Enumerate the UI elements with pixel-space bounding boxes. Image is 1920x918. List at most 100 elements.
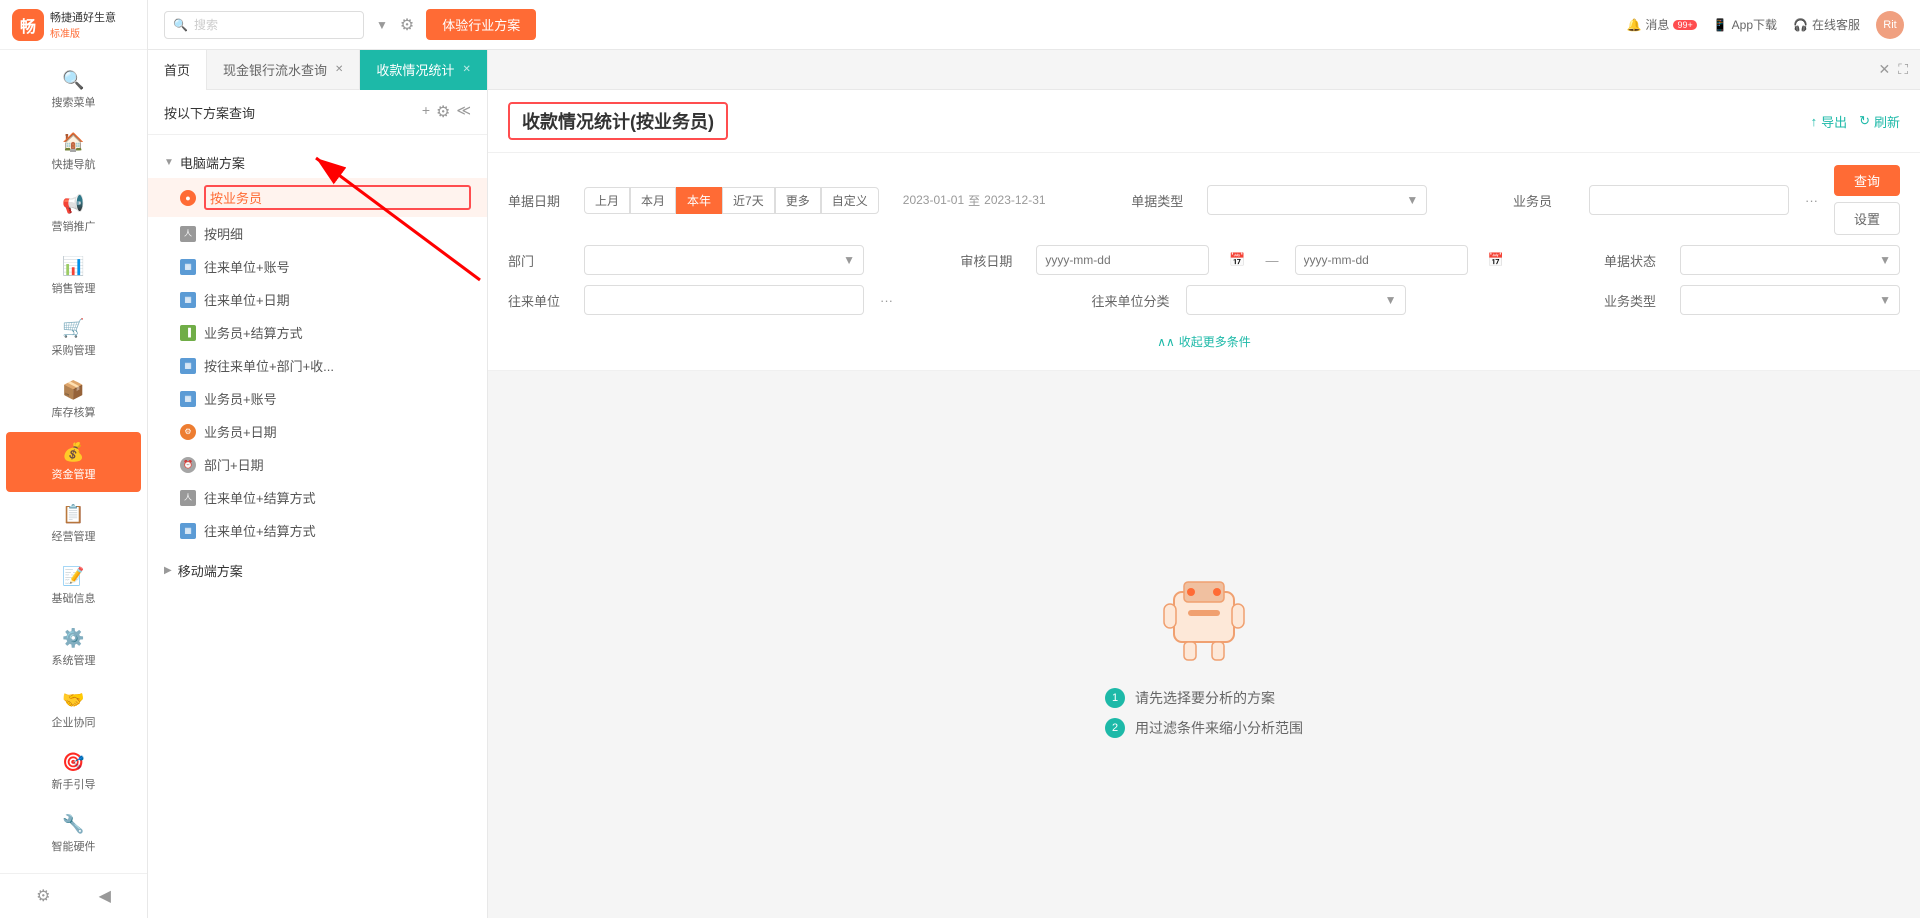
sidebar-collapse-btn[interactable]: ◀ <box>99 886 111 906</box>
scheme-item-salesperson-date[interactable]: ⚙ 业务员+日期 <box>148 415 487 448</box>
scheme-item-by-detail[interactable]: 人 按明细 <box>148 217 487 250</box>
date-start: 2023-01-01 <box>903 193 964 207</box>
sidebar-item-hardware[interactable]: 🔧 智能硬件 <box>6 804 141 864</box>
dept-date-icon: ⏰ <box>180 457 196 473</box>
counterpart-label: 往来单位 <box>508 291 568 310</box>
date-range: 2023-01-01 至 2023-12-31 <box>903 192 1046 209</box>
sidebar-item-system[interactable]: ⚙️ 系统管理 <box>6 618 141 678</box>
counterpart-dept-icon: ▦ <box>180 358 196 374</box>
maximize-window-btn[interactable]: ⛶ <box>1898 61 1908 78</box>
close-window-btn[interactable]: ✕ <box>1878 61 1890 78</box>
user-avatar[interactable]: Rit <box>1876 11 1904 39</box>
scheme-item-counterpart-settlement1[interactable]: 人 往来单位+结算方式 <box>148 481 487 514</box>
collapse-filter-btn[interactable]: ∧∧ 收起更多条件 <box>508 325 1900 358</box>
business-type-label: 业务类型 <box>1604 291 1664 310</box>
messages-label: 消息 <box>1645 16 1669 33</box>
sidebar-item-wechat[interactable]: 💬 企业微信 <box>6 866 141 873</box>
header-gear-icon[interactable]: ⚙ <box>400 15 414 35</box>
app-download-btn[interactable]: 📱 App下载 <box>1713 16 1777 33</box>
sidebar-item-enterprise[interactable]: 🤝 企业协同 <box>6 680 141 740</box>
collapse-panel-btn[interactable]: ≪ <box>456 102 471 122</box>
voucher-status-select[interactable]: ▼ <box>1680 245 1900 275</box>
header-dropdown-arrow[interactable]: ▼ <box>376 18 388 32</box>
scheme-item-counterpart-account[interactable]: ▦ 往来单位+账号 <box>148 250 487 283</box>
sidebar-item-label: 智能硬件 <box>52 838 96 854</box>
sidebar-item-guide[interactable]: 🎯 新手引导 <box>6 742 141 802</box>
pc-group-label: 电脑端方案 <box>180 153 245 172</box>
add-scheme-btn[interactable]: + <box>422 102 430 122</box>
scheme-item-salesperson-settlement[interactable]: ▐ 业务员+结算方式 <box>148 316 487 349</box>
header-search-box[interactable]: 🔍 搜索 <box>164 11 364 39</box>
sidebar-item-finance[interactable]: 💰 资金管理 <box>6 432 141 492</box>
bell-icon: 🔔 <box>1626 18 1641 32</box>
trial-button[interactable]: 体验行业方案 <box>426 9 536 40</box>
online-service-btn[interactable]: 🎧 在线客服 <box>1793 16 1860 33</box>
tab-home[interactable]: 首页 <box>148 50 207 90</box>
settings-scheme-btn[interactable]: ⚙ <box>436 102 450 122</box>
scheme-item-counterpart-settlement1-label: 往来单位+结算方式 <box>204 488 471 507</box>
sidebar-item-search[interactable]: 🔍 搜索菜单 <box>6 60 141 120</box>
date-btn-this-year[interactable]: 本年 <box>676 187 722 214</box>
scheme-item-counterpart-dept-label: 按往来单位+部门+收... <box>204 356 471 375</box>
date-btn-this-month[interactable]: 本月 <box>630 187 676 214</box>
scheme-item-by-salesperson[interactable]: ● 按业务员 <box>148 178 487 217</box>
sidebar-item-label: 库存核算 <box>52 404 96 420</box>
voucher-type-select[interactable]: ▼ <box>1207 185 1427 215</box>
date-dash: — <box>1266 253 1279 268</box>
cart-icon: 🛒 <box>62 318 84 339</box>
review-date-end[interactable] <box>1295 245 1468 275</box>
detail-icon: 人 <box>180 226 196 242</box>
voucher-status-arrow: ▼ <box>1879 253 1891 267</box>
date-btn-last-month[interactable]: 上月 <box>584 187 630 214</box>
business-type-arrow: ▼ <box>1879 293 1891 307</box>
refresh-btn[interactable]: ↻ 刷新 <box>1859 112 1900 131</box>
left-panel-title: 按以下方案查询 <box>164 103 414 122</box>
scheme-item-counterpart-date[interactable]: ▦ 往来单位+日期 <box>148 283 487 316</box>
date-btn-more[interactable]: 更多 <box>775 187 821 214</box>
mobile-scheme-group-header[interactable]: ▶ 移动端方案 <box>148 555 487 586</box>
export-icon: ↑ <box>1811 114 1818 129</box>
step-2-text: 用过滤条件来缩小分析范围 <box>1135 718 1303 738</box>
export-btn[interactable]: ↑ 导出 <box>1811 112 1848 131</box>
sidebar-item-operation[interactable]: 📋 经营管理 <box>6 494 141 554</box>
top-header: 🔍 搜索 ▼ ⚙ 体验行业方案 🔔 消息 99+ 📱 App下载 🎧 <box>148 0 1920 50</box>
sidebar-item-sales[interactable]: 📊 销售管理 <box>6 246 141 306</box>
counterpart-category-arrow: ▼ <box>1385 293 1397 307</box>
counterpart-category-select[interactable]: ▼ <box>1186 285 1406 315</box>
sidebar-item-basic[interactable]: 📝 基础信息 <box>6 556 141 616</box>
scheme-item-dept-date[interactable]: ⏰ 部门+日期 <box>148 448 487 481</box>
refresh-icon: ↻ <box>1859 113 1870 129</box>
sidebar-settings-btn[interactable]: ⚙ <box>36 886 50 906</box>
review-date-start[interactable] <box>1036 245 1209 275</box>
messages-btn[interactable]: 🔔 消息 99+ <box>1626 16 1696 33</box>
sidebar-item-marketing[interactable]: 📢 营销推广 <box>6 184 141 244</box>
sidebar-item-quick-nav[interactable]: 🏠 快捷导航 <box>6 122 141 182</box>
date-btn-last-7-days[interactable]: 近7天 <box>722 187 775 214</box>
pc-scheme-group: ▼ 电脑端方案 ● 按业务员 人 按明细 ▦ <box>148 143 487 551</box>
left-panel-body: ▼ 电脑端方案 ● 按业务员 人 按明细 ▦ <box>148 135 487 918</box>
counterpart-select[interactable] <box>584 285 864 315</box>
tab-bank-flow-close[interactable]: ✕ <box>335 64 343 75</box>
query-button[interactable]: 查询 <box>1834 165 1900 196</box>
sidebar-item-inventory[interactable]: 📦 库存核算 <box>6 370 141 430</box>
date-buttons: 上月 本月 本年 近7天 更多 自定义 <box>584 187 879 214</box>
scheme-item-counterpart-settlement2[interactable]: ▦ 往来单位+结算方式 <box>148 514 487 547</box>
wrench-icon: 🔧 <box>62 814 84 835</box>
tab-collection-stats[interactable]: 收款情况统计 ✕ <box>360 50 487 90</box>
scheme-item-counterpart-dept[interactable]: ▦ 按往来单位+部门+收... <box>148 349 487 382</box>
filter-settings-btn[interactable]: 设置 <box>1834 202 1900 235</box>
tab-collection-stats-close[interactable]: ✕ <box>462 64 470 75</box>
sidebar-item-purchase[interactable]: 🛒 采购管理 <box>6 308 141 368</box>
counterpart-more-btn[interactable]: ··· <box>880 293 893 308</box>
user-name: Rit <box>1883 19 1896 31</box>
sidebar: 畅 畅捷通好生意 标准版 🔍 搜索菜单 🏠 快捷导航 📢 营销推广 📊 销售管理 <box>0 0 148 918</box>
empty-step-1: 1 请先选择要分析的方案 <box>1105 688 1303 708</box>
tab-bank-flow[interactable]: 现金银行流水查询 ✕ <box>207 50 360 90</box>
salesperson-more-btn[interactable]: ··· <box>1805 193 1818 208</box>
date-btn-custom[interactable]: 自定义 <box>821 187 879 214</box>
pc-scheme-group-header[interactable]: ▼ 电脑端方案 <box>148 147 487 178</box>
business-type-select[interactable]: ▼ <box>1680 285 1900 315</box>
dept-select[interactable]: ▼ <box>584 245 864 275</box>
salesperson-select[interactable] <box>1589 185 1789 215</box>
scheme-item-salesperson-account[interactable]: ▦ 业务员+账号 <box>148 382 487 415</box>
